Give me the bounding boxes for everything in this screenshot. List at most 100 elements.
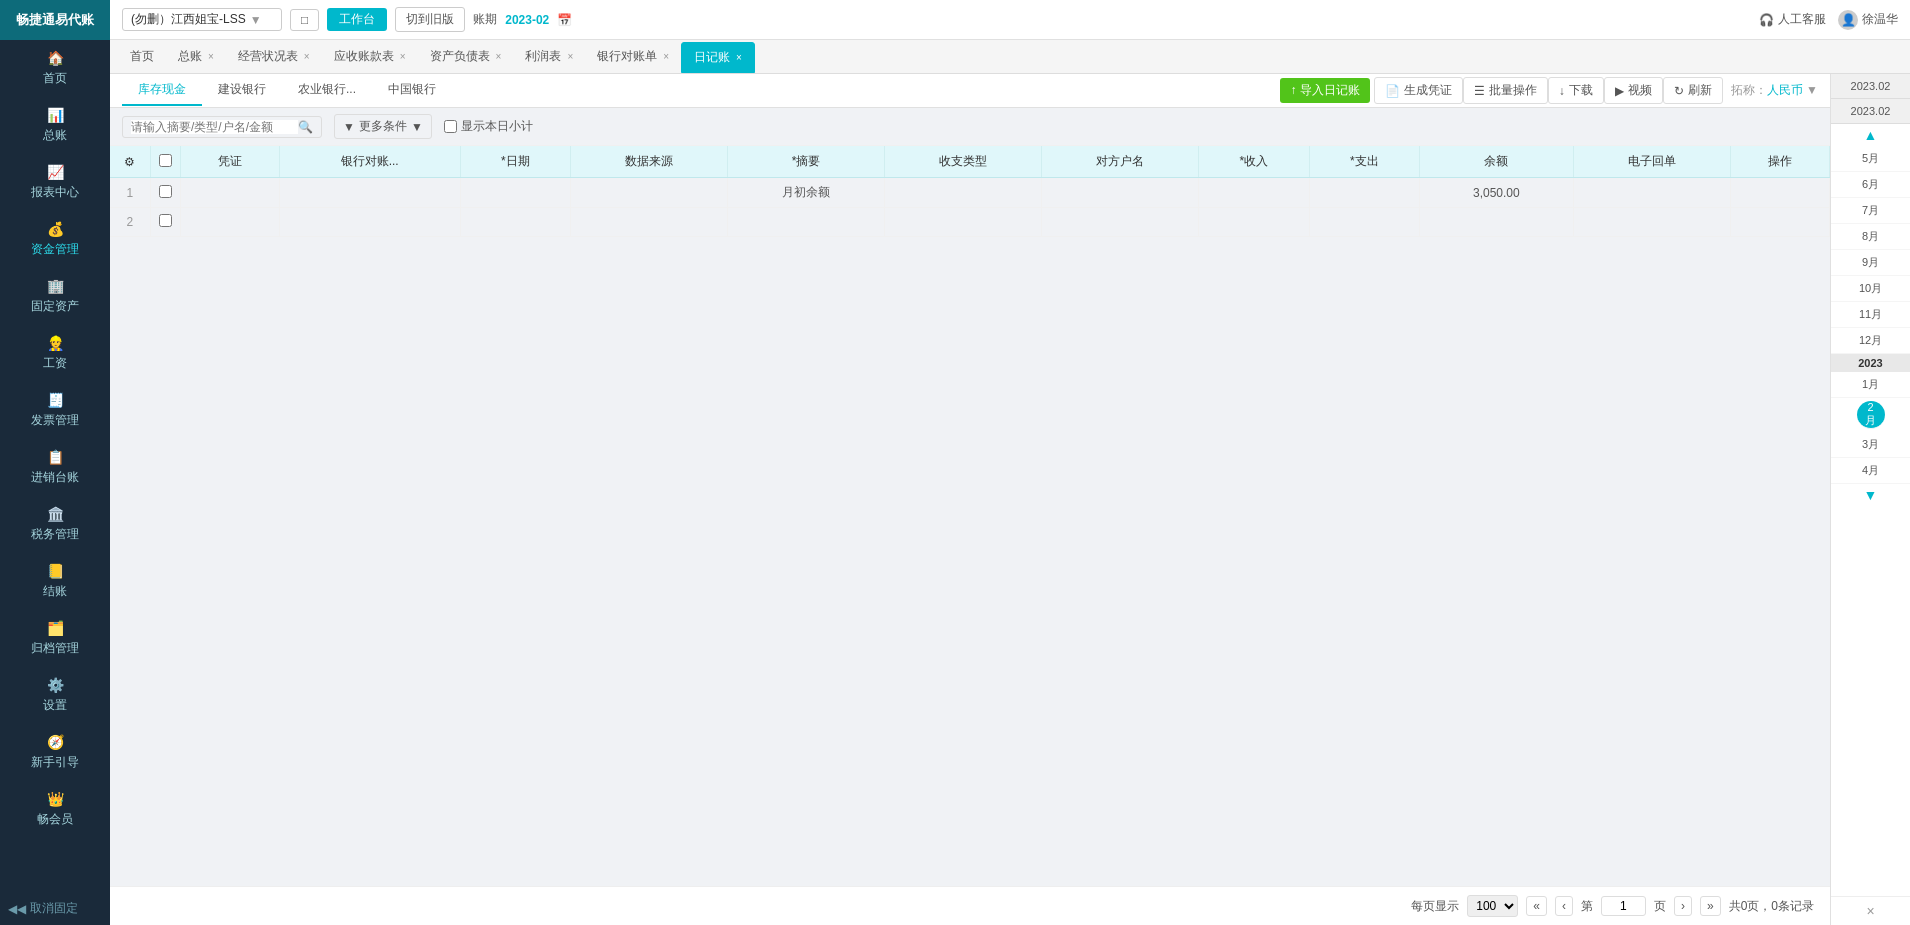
copy-button[interactable]: □ — [290, 9, 319, 31]
date-month-4[interactable]: 4月 — [1831, 458, 1910, 484]
calendar-icon[interactable]: 📅 — [557, 13, 572, 27]
sidebar-item-reports[interactable]: 📈 报表中心 — [0, 154, 110, 211]
tab-receivables[interactable]: 应收账款表 × — [322, 42, 418, 71]
page-suffix: 页 — [1654, 898, 1666, 915]
date-month-7[interactable]: 7月 — [1831, 198, 1910, 224]
tab-profit-close[interactable]: × — [567, 51, 573, 62]
tab-ledger[interactable]: 总账 × — [166, 42, 226, 71]
prev-page-button[interactable]: ‹ — [1555, 896, 1573, 916]
download-icon: ↓ — [1559, 84, 1565, 98]
sidebar: 畅捷通易代账 🏠 首页 📊 总账 📈 报表中心 💰 资金管理 🏢 固定资产 👷 … — [0, 0, 110, 925]
select-all-checkbox[interactable] — [159, 154, 172, 167]
import-icon: ↑ — [1290, 83, 1296, 97]
tab-bank-reconcile-close[interactable]: × — [663, 51, 669, 62]
generate-voucher-button[interactable]: 📄 生成凭证 — [1374, 77, 1463, 104]
row1-summary: 月初余额 — [728, 178, 885, 208]
date-month-2[interactable]: 2月 — [1857, 401, 1885, 429]
date-scroll-down[interactable]: ▼ — [1831, 484, 1910, 506]
date-month-12[interactable]: 12月 — [1831, 328, 1910, 354]
import-journal-button[interactable]: ↑ 导入日记账 — [1280, 78, 1369, 103]
sub-tab-boc[interactable]: 中国银行 — [372, 75, 452, 106]
date-month-11[interactable]: 11月 — [1831, 302, 1910, 328]
search-box[interactable]: 🔍 — [122, 116, 322, 138]
batch-icon: ☰ — [1474, 84, 1485, 98]
sidebar-item-newbie[interactable]: 🧭 新手引导 — [0, 724, 110, 781]
sub-tab-abc[interactable]: 农业银行... — [282, 75, 372, 106]
tab-receivables-close[interactable]: × — [400, 51, 406, 62]
next-page-button[interactable]: › — [1674, 896, 1692, 916]
sub-tab-cash[interactable]: 库存现金 — [122, 75, 202, 106]
tab-business-status[interactable]: 经营状况表 × — [226, 42, 322, 71]
date-panel-header1: 2023.02 — [1831, 74, 1910, 99]
date-month-6[interactable]: 6月 — [1831, 172, 1910, 198]
tab-journal[interactable]: 日记账 × — [681, 42, 755, 73]
tab-ledger-close[interactable]: × — [208, 51, 214, 62]
tab-balance-sheet[interactable]: 资产负债表 × — [418, 42, 514, 71]
pagination: 每页显示 100 50 200 « ‹ 第 页 › » 共0页，0条记录 — [110, 886, 1830, 925]
sub-tab-cash-label: 库存现金 — [138, 82, 186, 96]
sidebar-item-label: 工资 — [43, 355, 67, 372]
tab-journal-close[interactable]: × — [736, 52, 742, 63]
currency-value[interactable]: 人民币 ▼ — [1767, 82, 1818, 99]
row2-check[interactable] — [150, 208, 180, 237]
row1-action — [1730, 178, 1829, 208]
sidebar-item-home[interactable]: 🏠 首页 — [0, 40, 110, 97]
show-today-input[interactable] — [444, 120, 457, 133]
first-page-button[interactable]: « — [1526, 896, 1547, 916]
sidebar-item-sales-ledger[interactable]: 📋 进销台账 — [0, 439, 110, 496]
date-month-8[interactable]: 8月 — [1831, 224, 1910, 250]
human-service[interactable]: 🎧 人工客服 — [1759, 11, 1826, 28]
col-settings-header[interactable]: ⚙ — [110, 146, 150, 178]
sub-tab-ccb[interactable]: 建设银行 — [202, 75, 282, 106]
unpin-sidebar[interactable]: ◀◀ 取消固定 — [0, 892, 110, 925]
more-filter-button[interactable]: ▼ 更多条件 ▼ — [334, 114, 432, 139]
chevron-down-icon: ▼ — [250, 13, 262, 27]
search-input[interactable] — [131, 120, 298, 134]
date-month-1[interactable]: 1月 — [1831, 372, 1910, 398]
sidebar-item-invoice[interactable]: 🧾 发票管理 — [0, 382, 110, 439]
sidebar-item-tax[interactable]: 🏛️ 税务管理 — [0, 496, 110, 553]
sidebar-item-archive[interactable]: 🗂️ 归档管理 — [0, 610, 110, 667]
sidebar-item-finance[interactable]: 💰 资金管理 — [0, 211, 110, 268]
col-check-header[interactable] — [150, 146, 180, 178]
row1-check[interactable] — [150, 178, 180, 208]
sidebar-item-fixed-assets[interactable]: 🏢 固定资产 — [0, 268, 110, 325]
per-page-select[interactable]: 100 50 200 — [1467, 895, 1518, 917]
sidebar-item-ledger[interactable]: 📊 总账 — [0, 97, 110, 154]
date-month-10[interactable]: 10月 — [1831, 276, 1910, 302]
tab-home-label: 首页 — [130, 48, 154, 65]
batch-operation-button[interactable]: ☰ 批量操作 — [1463, 77, 1548, 104]
page-number-input[interactable] — [1601, 896, 1646, 916]
sidebar-item-close-period[interactable]: 📒 结账 — [0, 553, 110, 610]
date-panel-close-button[interactable]: × — [1831, 896, 1910, 925]
row1-voucher — [180, 178, 279, 208]
company-selector[interactable]: (勿删）江西姐宝-LSS ▼ — [122, 8, 282, 31]
row2-income-type — [885, 208, 1042, 237]
tab-home[interactable]: 首页 — [118, 42, 166, 71]
video-button[interactable]: ▶ 视频 — [1604, 77, 1663, 104]
workbench-button[interactable]: 工作台 — [327, 8, 387, 31]
date-month-3[interactable]: 3月 — [1831, 432, 1910, 458]
col-expense-header: *支出 — [1309, 146, 1419, 178]
sidebar-item-settings[interactable]: ⚙️ 设置 — [0, 667, 110, 724]
tab-profit[interactable]: 利润表 × — [513, 42, 585, 71]
user-profile[interactable]: 👤 徐温华 — [1838, 10, 1898, 30]
switch-version-button[interactable]: 切到旧版 — [395, 7, 465, 32]
row2-num: 2 — [110, 208, 150, 237]
sidebar-item-payroll[interactable]: 👷 工资 — [0, 325, 110, 382]
col-source-header: 数据来源 — [571, 146, 728, 178]
sidebar-item-label: 畅会员 — [37, 811, 73, 828]
refresh-button[interactable]: ↻ 刷新 — [1663, 77, 1723, 104]
tab-balance-sheet-close[interactable]: × — [496, 51, 502, 62]
date-scroll-up[interactable]: ▲ — [1831, 124, 1910, 146]
date-month-5[interactable]: 5月 — [1831, 146, 1910, 172]
last-page-button[interactable]: » — [1700, 896, 1721, 916]
tab-business-status-close[interactable]: × — [304, 51, 310, 62]
show-today-checkbox[interactable]: 显示本日小计 — [444, 118, 533, 135]
tab-balance-sheet-label: 资产负债表 — [430, 48, 490, 65]
download-button[interactable]: ↓ 下载 — [1548, 77, 1604, 104]
company-name: (勿删）江西姐宝-LSS — [131, 11, 246, 28]
date-month-9[interactable]: 9月 — [1831, 250, 1910, 276]
tab-bank-reconcile[interactable]: 银行对账单 × — [585, 42, 681, 71]
sidebar-item-vip[interactable]: 👑 畅会员 — [0, 781, 110, 838]
